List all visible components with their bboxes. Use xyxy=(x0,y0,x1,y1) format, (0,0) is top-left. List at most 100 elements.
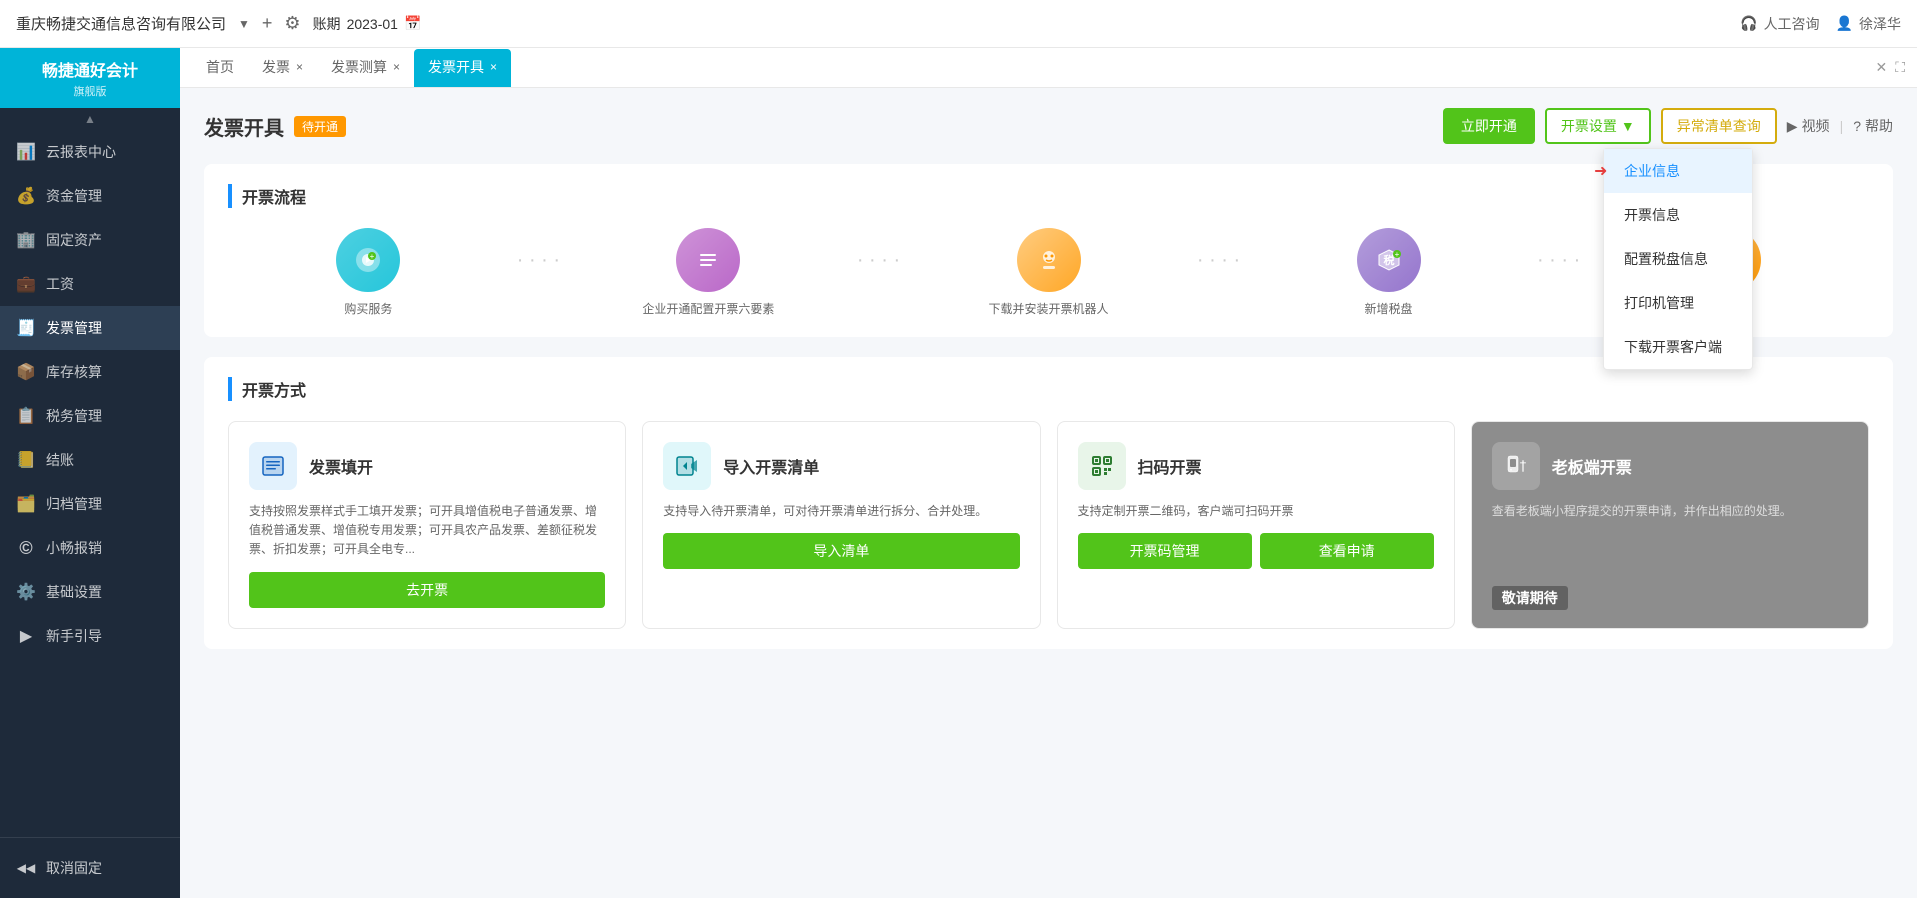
sidebar-item-label-fapiao: 发票管理 xyxy=(46,318,102,338)
add-button[interactable]: + xyxy=(262,13,273,34)
activate-button[interactable]: 立即开通 xyxy=(1443,108,1535,144)
tiankao-icon xyxy=(249,442,297,490)
method-card-tiankao: 发票填开 支持按照发票样式手工填开发票；可开具增值税电子普通发票、增值税普通发票… xyxy=(228,421,626,629)
user-name: 徐泽华 xyxy=(1859,14,1901,34)
settings-icon[interactable]: ⚙ xyxy=(284,13,300,34)
sidebar-item-kucun[interactable]: 📦 库存核算 xyxy=(0,350,180,394)
tab-cesuan-label: 发票测算 xyxy=(331,57,387,77)
page-header: 发票开具 待开通 立即开通 开票设置 ▼ 异常清单查询 ▶ 视频 | xyxy=(204,108,1893,144)
content-area: 首页 发票 × 发票测算 × 发票开具 × ✕ ⛶ xyxy=(180,48,1917,898)
dropdown-item-xiazai[interactable]: 下载开票客户端 xyxy=(1604,325,1752,369)
tab-close-icon[interactable]: ✕ xyxy=(1875,59,1887,76)
headset-icon: 🎧 xyxy=(1740,15,1757,32)
saoma-icon xyxy=(1078,442,1126,490)
sidebar-item-jiezhang[interactable]: 📒 结账 xyxy=(0,438,180,482)
flow-arrow-2: · · · · xyxy=(849,249,908,272)
exception-button[interactable]: 异常清单查询 xyxy=(1661,108,1777,144)
svg-text:税: 税 xyxy=(1383,253,1394,267)
method-card-tiankao-header: 发票填开 xyxy=(249,442,605,490)
main-layout: 畅捷通好会计 旗舰版 ▲ 📊 云报表中心 💰 资金管理 🏢 固定资产 💼 工资 … xyxy=(0,48,1917,898)
logo-title: 畅捷通好会计 xyxy=(42,57,138,81)
tab-fapiao-close[interactable]: × xyxy=(296,60,303,74)
top-bar-left: 重庆畅捷交通信息咨询有限公司 ▼ + ⚙ 账期 2023-01 📅 xyxy=(16,13,421,34)
sidebar-item-jichushezhi[interactable]: ⚙️ 基础设置 xyxy=(0,570,180,614)
divider: | xyxy=(1840,118,1844,134)
tab-expand-icon[interactable]: ⛶ xyxy=(1895,59,1905,76)
kucun-icon: 📦 xyxy=(16,362,36,382)
tab-cesuan[interactable]: 发票测算 × xyxy=(317,49,414,87)
tiankao-btn[interactable]: 去开票 xyxy=(249,572,605,608)
daoru-icon xyxy=(663,442,711,490)
sidebar-item-label-gudingzichan: 固定资产 xyxy=(46,230,102,250)
company-arrow-icon[interactable]: ▼ xyxy=(238,17,250,31)
calendar-icon[interactable]: 📅 xyxy=(404,15,421,32)
tabs-right: ✕ ⛶ xyxy=(1875,59,1905,76)
flow-step-icon-1: + xyxy=(336,228,400,292)
method-card-tiankao-desc: 支持按照发票样式手工填开发票；可开具增值税电子普通发票、增值税普通发票、增值税专… xyxy=(249,502,605,560)
shuiwu-icon: 📋 xyxy=(16,406,36,426)
gudingzichan-icon: 🏢 xyxy=(16,230,36,250)
sidebar-item-quxiao[interactable]: ◀◀ 取消固定 xyxy=(0,846,180,890)
flow-step-label-2: 企业开通配置开票六要素 xyxy=(642,300,774,317)
settings-arrow-icon: ▼ xyxy=(1621,118,1635,134)
tab-home[interactable]: 首页 xyxy=(192,49,248,87)
method-card-daoru-title: 导入开票清单 xyxy=(723,454,819,478)
method-card-daoru-header: 导入开票清单 xyxy=(663,442,1019,490)
sidebar-item-gongzi[interactable]: 💼 工资 xyxy=(0,262,180,306)
sidebar-item-label-jiezhang: 结账 xyxy=(46,450,74,470)
sidebar-item-fapiao[interactable]: 🧾 发票管理 xyxy=(0,306,180,350)
sidebar-item-xiaochang[interactable]: © 小畅报销 xyxy=(0,526,180,570)
video-button[interactable]: ▶ 视频 xyxy=(1787,116,1830,136)
tab-fapiao-label: 发票 xyxy=(262,57,290,77)
method-cards: 发票填开 支持按照发票样式手工填开发票；可开具增值税电子普通发票、增值税普通发票… xyxy=(228,421,1869,629)
saoma-btn1[interactable]: 开票码管理 xyxy=(1078,533,1252,569)
logo-area: 畅捷通好会计 旗舰版 xyxy=(0,48,180,108)
scroll-up-btn[interactable]: ▲ xyxy=(0,108,180,130)
support-info[interactable]: 🎧 人工咨询 xyxy=(1740,14,1819,34)
method-card-laoban-header: 老板端开票 xyxy=(1492,442,1848,490)
settings-button[interactable]: 开票设置 ▼ xyxy=(1545,108,1651,144)
flow-step-label-4: 新增税盘 xyxy=(1365,300,1413,317)
flow-step-icon-3 xyxy=(1017,228,1081,292)
laoban-pending-area: 敬请期待 xyxy=(1492,580,1848,608)
tab-fapiao[interactable]: 发票 × xyxy=(248,49,317,87)
help-icon: ? xyxy=(1853,118,1861,134)
sidebar-item-gudingzichan[interactable]: 🏢 固定资产 xyxy=(0,218,180,262)
tab-cesuan-close[interactable]: × xyxy=(393,60,400,74)
flow-step-2: 企业开通配置开票六要素 xyxy=(568,228,849,317)
help-button[interactable]: ? 帮助 xyxy=(1853,116,1893,136)
saoma-btn2[interactable]: 查看申请 xyxy=(1260,533,1434,569)
page-title-area: 发票开具 待开通 xyxy=(204,112,346,141)
method-card-saoma-desc: 支持定制开票二维码，客户端可扫码开票 xyxy=(1078,502,1434,521)
tab-home-label: 首页 xyxy=(206,57,234,77)
method-card-saoma: 扫码开票 支持定制开票二维码，客户端可扫码开票 开票码管理 查看申请 xyxy=(1057,421,1455,629)
sidebar-item-zijin[interactable]: 💰 资金管理 xyxy=(0,174,180,218)
flow-arrow-4: · · · · xyxy=(1529,249,1588,272)
company-name[interactable]: 重庆畅捷交通信息咨询有限公司 xyxy=(16,13,226,34)
dropdown-item-dayinji[interactable]: 打印机管理 xyxy=(1604,281,1752,325)
dropdown-item-qiyexinxi[interactable]: ➜ 企业信息 xyxy=(1604,149,1752,193)
tab-kaiju[interactable]: 发票开具 × xyxy=(414,49,511,87)
jiezhang-icon: 📒 xyxy=(16,450,36,470)
sidebar-item-guidang[interactable]: 🗂️ 归档管理 xyxy=(0,482,180,526)
dropdown-item-peizhi[interactable]: 配置税盘信息 xyxy=(1604,237,1752,281)
page-content: 发票开具 待开通 立即开通 开票设置 ▼ 异常清单查询 ▶ 视频 | xyxy=(180,88,1917,898)
guidang-icon: 🗂️ xyxy=(16,494,36,514)
daoru-btn[interactable]: 导入清单 xyxy=(663,533,1019,569)
sidebar-item-label-quxiao: 取消固定 xyxy=(46,858,102,878)
tab-kaiju-close[interactable]: × xyxy=(490,60,497,74)
tab-kaiju-label: 发票开具 xyxy=(428,57,484,77)
method-card-laoban: 老板端开票 查看老板端小程序提交的开票申请，并作出相应的处理。 敬请期待 xyxy=(1471,421,1869,629)
svg-text:+: + xyxy=(370,252,375,261)
top-bar-right: 🎧 人工咨询 👤 徐泽华 xyxy=(1740,14,1901,34)
user-info[interactable]: 👤 徐泽华 xyxy=(1836,14,1901,34)
dropdown-item-kaipiaoxinxi[interactable]: 开票信息 xyxy=(1604,193,1752,237)
flow-step-1: + 购买服务 xyxy=(228,228,509,317)
sidebar-item-shuiwu[interactable]: 📋 税务管理 xyxy=(0,394,180,438)
method-card-saoma-header: 扫码开票 xyxy=(1078,442,1434,490)
status-badge: 待开通 xyxy=(294,116,346,137)
flow-step-3: 下载并安装开票机器人 xyxy=(908,228,1189,317)
sidebar-item-xinshouyin[interactable]: ▶ 新手引导 xyxy=(0,614,180,658)
sidebar-item-label-kucun: 库存核算 xyxy=(46,362,102,382)
sidebar-item-yunbao[interactable]: 📊 云报表中心 xyxy=(0,130,180,174)
